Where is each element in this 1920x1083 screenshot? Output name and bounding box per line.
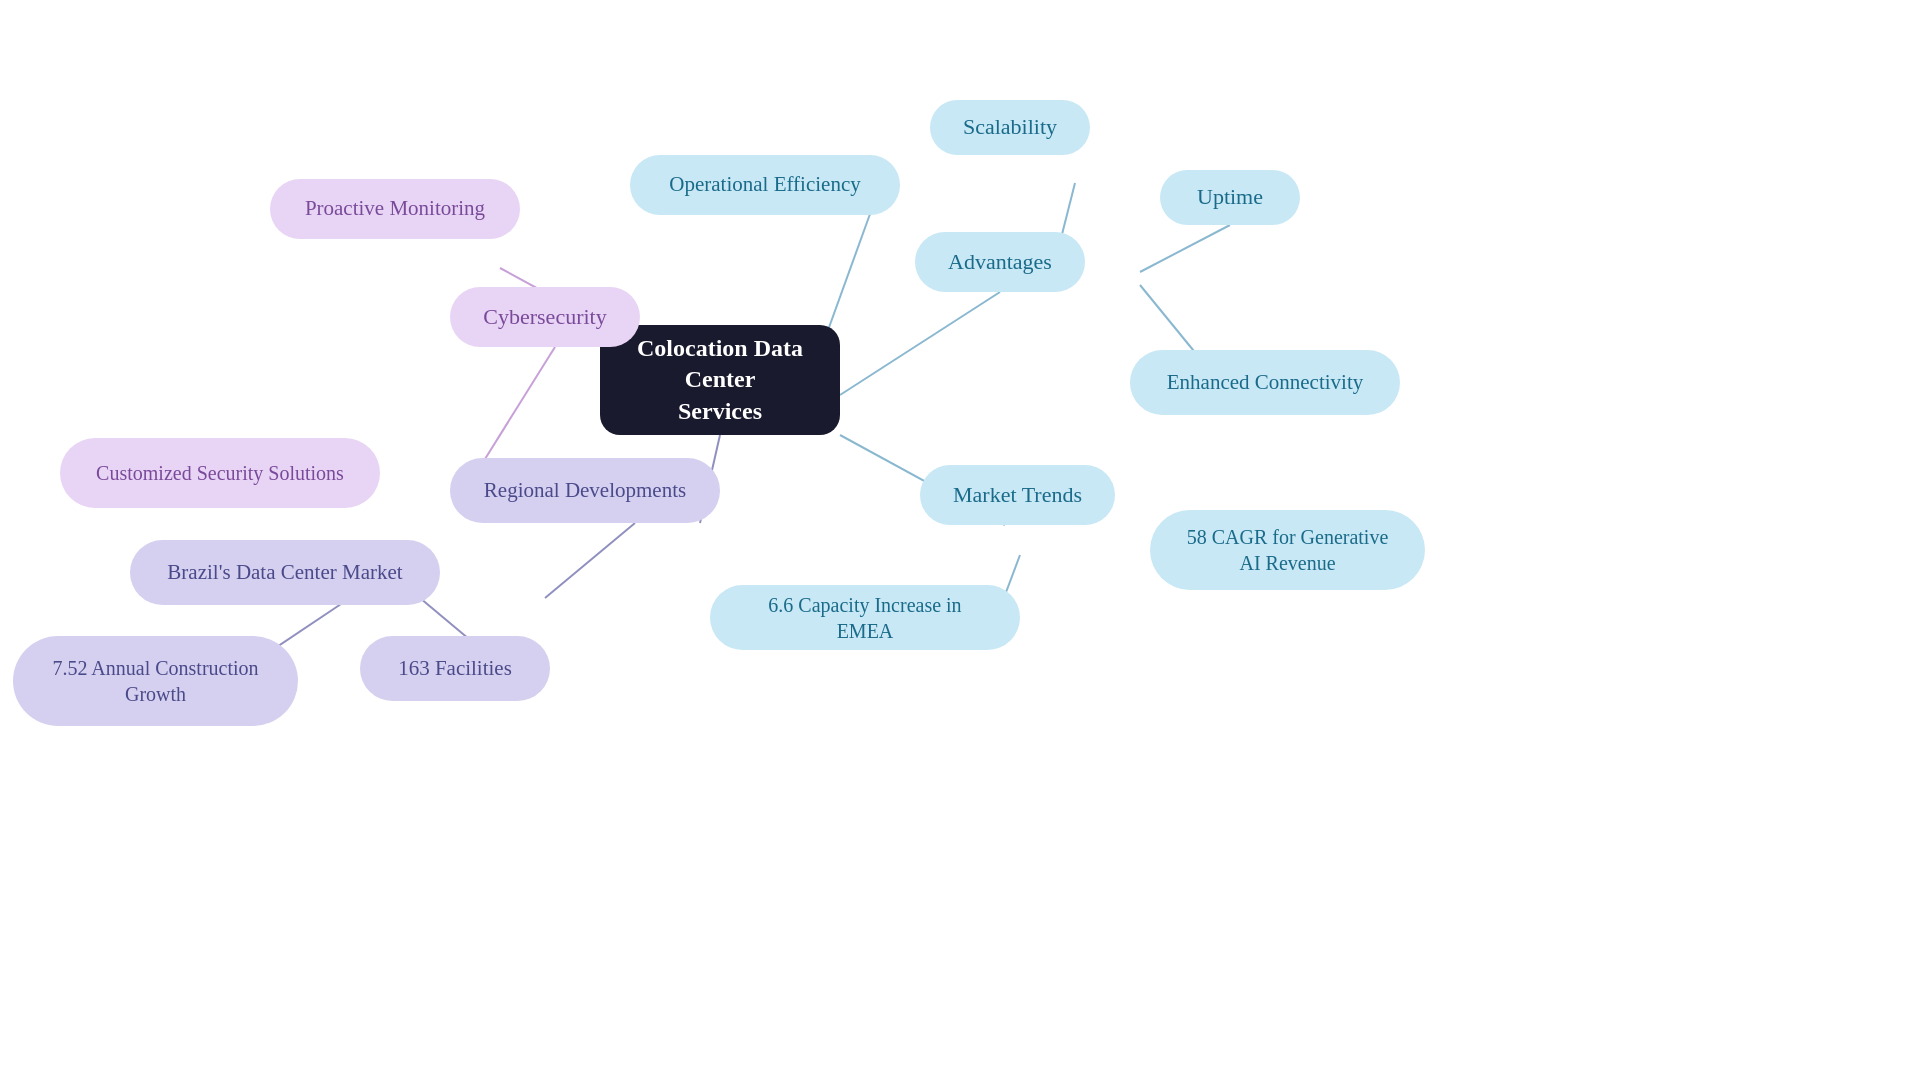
capacity-emea-label: 6.6 Capacity Increase in EMEA xyxy=(738,592,992,644)
enhanced-connectivity-label: Enhanced Connectivity xyxy=(1167,369,1364,396)
uptime-label: Uptime xyxy=(1197,183,1263,212)
market-trends-label: Market Trends xyxy=(953,481,1082,510)
node-enhanced-connectivity[interactable]: Enhanced Connectivity xyxy=(1130,350,1400,415)
cagr-ai-label: 58 CAGR for Generative AI Revenue xyxy=(1178,524,1397,576)
svg-line-7 xyxy=(475,347,555,475)
svg-line-0 xyxy=(840,292,1000,395)
center-label: Colocation Data Center Services xyxy=(628,333,812,427)
annual-growth-label: 7.52 Annual Construction Growth xyxy=(41,655,270,707)
node-advantages[interactable]: Advantages xyxy=(915,232,1085,292)
node-uptime[interactable]: Uptime xyxy=(1160,170,1300,225)
advantages-label: Advantages xyxy=(948,248,1052,277)
regional-developments-label: Regional Developments xyxy=(484,477,686,504)
scalability-label: Scalability xyxy=(963,113,1057,142)
node-customized-security[interactable]: Customized Security Solutions xyxy=(60,438,380,508)
node-brazil-market[interactable]: Brazil's Data Center Market xyxy=(130,540,440,605)
svg-line-2 xyxy=(1140,225,1230,272)
node-regional-developments[interactable]: Regional Developments xyxy=(450,458,720,523)
node-scalability[interactable]: Scalability xyxy=(930,100,1090,155)
node-cagr-ai[interactable]: 58 CAGR for Generative AI Revenue xyxy=(1150,510,1425,590)
node-facilities[interactable]: 163 Facilities xyxy=(360,636,550,701)
cybersecurity-label: Cybersecurity xyxy=(483,303,606,332)
svg-line-9 xyxy=(545,523,635,598)
center-node[interactable]: Colocation Data Center Services xyxy=(600,325,840,435)
node-proactive-monitoring[interactable]: Proactive Monitoring xyxy=(270,179,520,239)
operational-efficiency-label: Operational Efficiency xyxy=(669,171,860,198)
facilities-label: 163 Facilities xyxy=(398,655,512,682)
node-capacity-emea[interactable]: 6.6 Capacity Increase in EMEA xyxy=(710,585,1020,650)
customized-security-label: Customized Security Solutions xyxy=(96,460,344,486)
node-annual-growth[interactable]: 7.52 Annual Construction Growth xyxy=(13,636,298,726)
node-cybersecurity[interactable]: Cybersecurity xyxy=(450,287,640,347)
brazil-market-label: Brazil's Data Center Market xyxy=(167,559,402,586)
node-operational-efficiency[interactable]: Operational Efficiency xyxy=(630,155,900,215)
proactive-monitoring-label: Proactive Monitoring xyxy=(305,195,485,222)
node-market-trends[interactable]: Market Trends xyxy=(920,465,1115,525)
